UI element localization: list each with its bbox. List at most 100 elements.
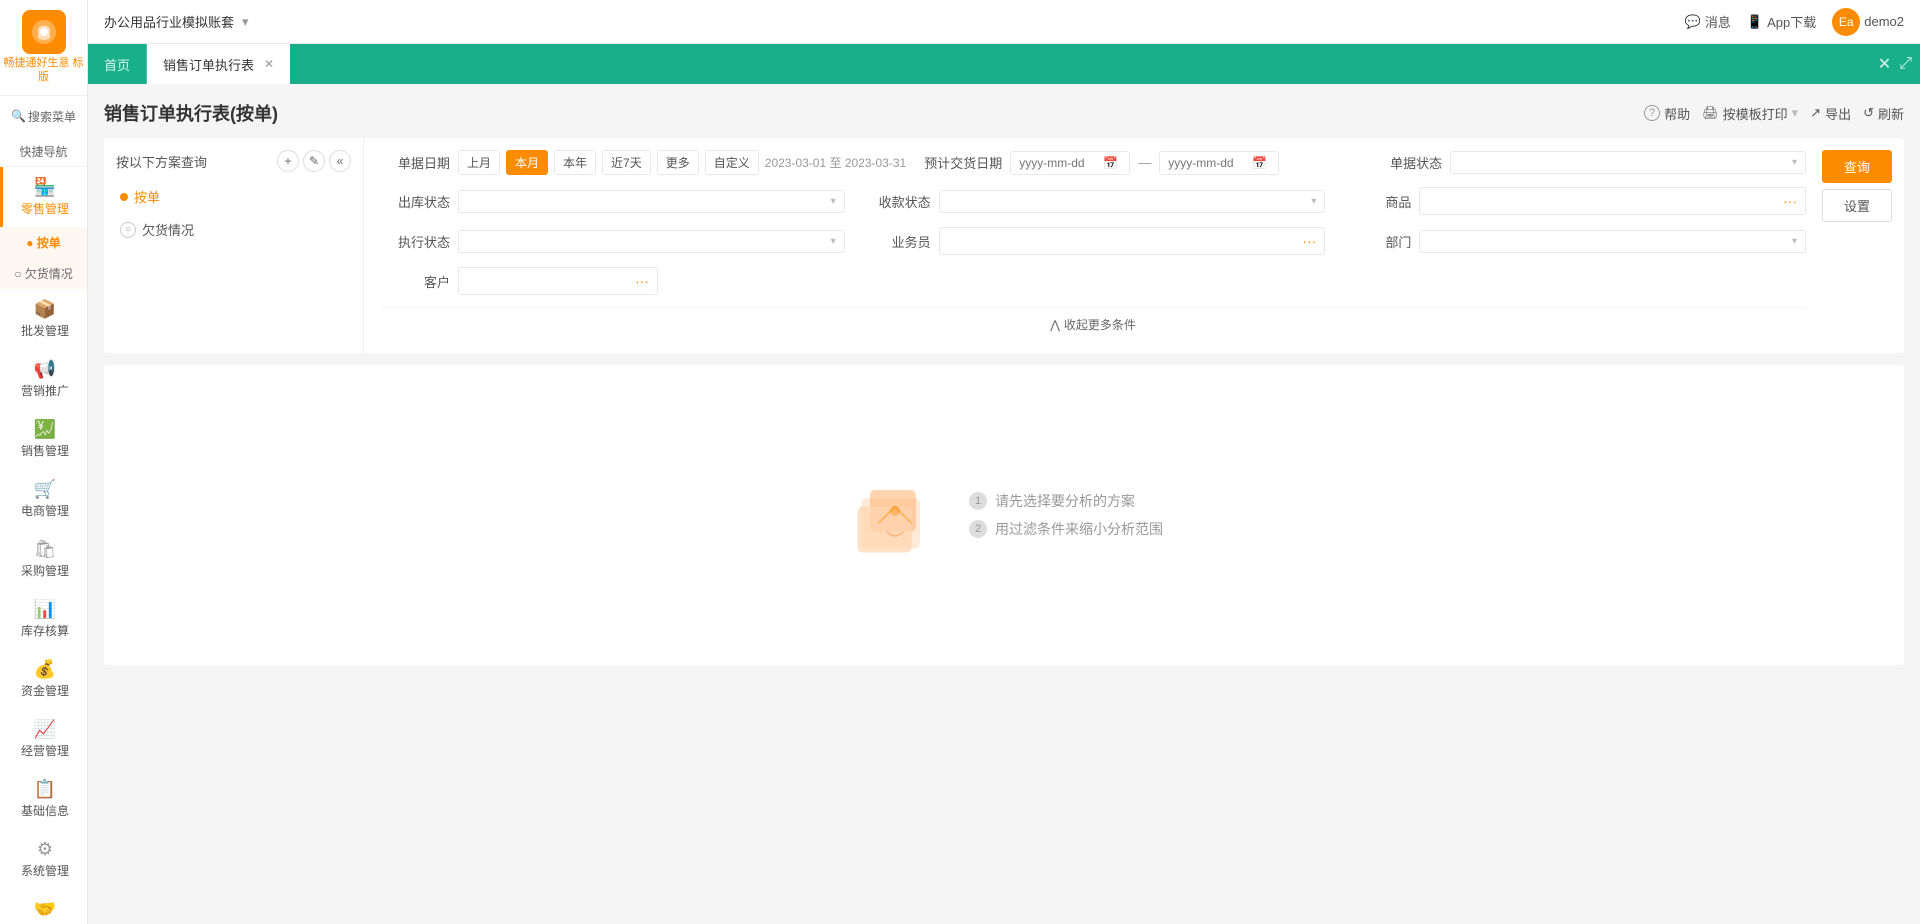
delivery-date-end-input[interactable] xyxy=(1168,156,1248,170)
outstock-select[interactable]: ▾ xyxy=(458,190,845,213)
quick-nav-label: 快捷导航 xyxy=(0,137,87,167)
page-title: 销售订单执行表(按单) xyxy=(104,100,278,126)
delivery-date-label: 预计交货日期 xyxy=(922,153,1002,172)
payment-label: 收款状态 xyxy=(861,192,931,211)
delivery-date-start[interactable]: 📅 xyxy=(1010,151,1130,175)
goods-select[interactable]: ··· xyxy=(1419,187,1806,215)
customer-select[interactable]: ··· xyxy=(458,267,658,295)
template-print-dropdown-icon: ▾ xyxy=(1792,105,1799,121)
sidebar-item-marketing[interactable]: 📢 营销推广 xyxy=(0,349,87,409)
payment-select[interactable]: ▾ xyxy=(939,190,1326,213)
finance-icon: 💰 xyxy=(34,659,56,680)
help-button[interactable]: ? 帮助 xyxy=(1644,104,1690,123)
purchase-icon: 🛍 xyxy=(34,539,57,560)
filter-scheme-item-press[interactable]: 按单 xyxy=(104,180,363,213)
department-label: 部门 xyxy=(1341,232,1411,251)
logo-icon xyxy=(22,10,66,54)
export-button[interactable]: ↗ 导出 xyxy=(1810,104,1851,123)
tab-home[interactable]: 首页 xyxy=(88,44,147,84)
sidebar-item-ecommerce[interactable]: 🛒 电商管理 xyxy=(0,469,87,529)
filter-left-header-actions: + ✎ « xyxy=(277,150,351,172)
search-menu-button[interactable]: 🔍 搜索菜单 xyxy=(6,104,81,129)
sidebar-item-retail[interactable]: 🏪 零售管理 xyxy=(0,167,87,227)
expand-button[interactable]: ⤢ xyxy=(1899,55,1912,73)
filter-panel: 按以下方案查询 + ✎ « 按单 ○ 欠货情况 xyxy=(104,138,1904,353)
tab-close-sales-order[interactable]: ✕ xyxy=(264,57,274,71)
filter-row-3: 执行状态 ▾ 业务员 ··· xyxy=(380,227,1806,255)
delivery-date-start-input[interactable] xyxy=(1019,156,1099,170)
filter-item-salesperson: 业务员 ··· xyxy=(861,227,1326,255)
calendar-icon-end: 📅 xyxy=(1252,156,1267,170)
outstock-chevron: ▾ xyxy=(831,196,836,207)
last-month-btn[interactable]: 上月 xyxy=(458,150,500,175)
last-7-btn[interactable]: 近7天 xyxy=(602,150,651,175)
sidebar-item-enterprise[interactable]: 🤝 企业协同 xyxy=(0,889,87,924)
calendar-icon-start: 📅 xyxy=(1103,156,1118,170)
empty-tips: 1 请先选择要分析的方案 2 用过滤条件来缩小分析范围 xyxy=(969,491,1163,539)
department-chevron: ▾ xyxy=(1792,236,1797,247)
active-scheme-dot xyxy=(120,193,128,201)
collapse-up-icon: ⋀ xyxy=(1050,318,1060,332)
topbar-dropdown-icon[interactable]: ▾ xyxy=(242,14,249,30)
topbar-right: 💬 消息 📱 App下载 Ea demo2 xyxy=(1685,8,1904,36)
app-download-button[interactable]: 📱 App下载 xyxy=(1747,12,1816,31)
exec-status-select[interactable]: ▾ xyxy=(458,230,845,253)
sidebar-subitem-shortage[interactable]: ○ 欠货情况 xyxy=(0,258,87,289)
scheme-circle-icon: ○ xyxy=(120,222,136,238)
main-content: 办公用品行业模拟账套 ▾ 💬 消息 📱 App下载 Ea demo2 首页 xyxy=(88,0,1920,924)
tab-sales-order[interactable]: 销售订单执行表 ✕ xyxy=(147,44,290,84)
refresh-button[interactable]: ↺ 刷新 xyxy=(1863,104,1904,123)
tip-2: 2 用过滤条件来缩小分析范围 xyxy=(969,519,1163,539)
sidebar-item-purchase[interactable]: 🛍 采购管理 xyxy=(0,529,87,589)
sidebar-item-business[interactable]: 📈 经营管理 xyxy=(0,709,87,769)
customer-more-icon[interactable]: ··· xyxy=(635,273,649,289)
department-select[interactable]: ▾ xyxy=(1419,230,1806,253)
sidebar-item-system[interactable]: ⚙ 系统管理 xyxy=(0,829,87,889)
filter-right-inner: 单据日期 上月 本月 本年 近7天 更多 自定义 2023-03-01 至 20… xyxy=(364,138,1904,353)
filter-row-2: 出库状态 ▾ 收款状态 ▾ xyxy=(380,187,1806,215)
sidebar-search[interactable]: 🔍 搜索菜单 xyxy=(0,96,87,137)
tabbar: 首页 销售订单执行表 ✕ ✕ ⤢ xyxy=(88,44,1920,84)
page-header: 销售订单执行表(按单) ? 帮助 🖨 按模板打印 ▾ ↗ 导出 ↺ 刷新 xyxy=(104,100,1904,126)
date-range-text: 2023-03-01 至 2023-03-31 xyxy=(765,154,906,171)
sidebar-item-wholesale[interactable]: 📦 批发管理 xyxy=(0,289,87,349)
this-month-btn[interactable]: 本月 xyxy=(506,150,548,175)
message-button[interactable]: 💬 消息 xyxy=(1685,12,1731,31)
sidebar-subitem-press[interactable]: ● 按单 xyxy=(0,227,87,258)
template-print-icon: 🖨 xyxy=(1702,105,1719,121)
setup-button[interactable]: 设置 xyxy=(1822,189,1892,222)
collapse-more-conditions[interactable]: ⋀ 收起更多条件 xyxy=(380,307,1806,341)
sidebar-item-basic[interactable]: 📋 基础信息 xyxy=(0,769,87,829)
salesperson-more-icon[interactable]: ··· xyxy=(1302,233,1316,249)
this-year-btn[interactable]: 本年 xyxy=(554,150,596,175)
user-menu[interactable]: Ea demo2 xyxy=(1832,8,1904,36)
goods-more-icon[interactable]: ··· xyxy=(1783,193,1797,209)
exec-status-chevron: ▾ xyxy=(831,236,836,247)
search-button[interactable]: 查询 xyxy=(1822,150,1892,183)
topbar: 办公用品行业模拟账套 ▾ 💬 消息 📱 App下载 Ea demo2 xyxy=(88,0,1920,44)
sidebar-item-finance[interactable]: 💰 资金管理 xyxy=(0,649,87,709)
sidebar-item-sales[interactable]: 💹 销售管理 xyxy=(0,409,87,469)
close-all-tabs-button[interactable]: ✕ xyxy=(1878,54,1891,74)
tip-num-1: 1 xyxy=(969,492,987,510)
filter-action-buttons: 查询 设置 xyxy=(1822,138,1904,353)
more-date-btn[interactable]: 更多 xyxy=(657,150,699,175)
avatar: Ea xyxy=(1832,8,1860,36)
add-scheme-button[interactable]: + xyxy=(277,150,299,172)
custom-date-btn[interactable]: 自定义 xyxy=(705,150,759,175)
sidebar-item-inventory[interactable]: 📊 库存核算 xyxy=(0,589,87,649)
edit-scheme-button[interactable]: ✎ xyxy=(303,150,325,172)
template-print-button[interactable]: 🖨 按模板打印 ▾ xyxy=(1702,104,1798,123)
date-label: 单据日期 xyxy=(380,153,450,172)
payment-chevron: ▾ xyxy=(1311,196,1316,207)
collapse-scheme-button[interactable]: « xyxy=(329,150,351,172)
delivery-date-end[interactable]: 📅 xyxy=(1159,151,1279,175)
tip-num-2: 2 xyxy=(969,520,987,538)
topbar-title: 办公用品行业模拟账套 xyxy=(104,12,234,31)
salesperson-select[interactable]: ··· xyxy=(939,227,1326,255)
filter-scheme-item-shortage[interactable]: ○ 欠货情况 xyxy=(104,213,363,246)
date-buttons: 上月 本月 本年 近7天 更多 自定义 2023-03-01 至 2023-03… xyxy=(458,150,906,175)
order-status-select[interactable]: ▾ xyxy=(1450,151,1806,174)
inventory-icon: 📊 xyxy=(34,599,56,620)
filter-conditions: 单据日期 上月 本月 本年 近7天 更多 自定义 2023-03-01 至 20… xyxy=(364,138,1822,353)
